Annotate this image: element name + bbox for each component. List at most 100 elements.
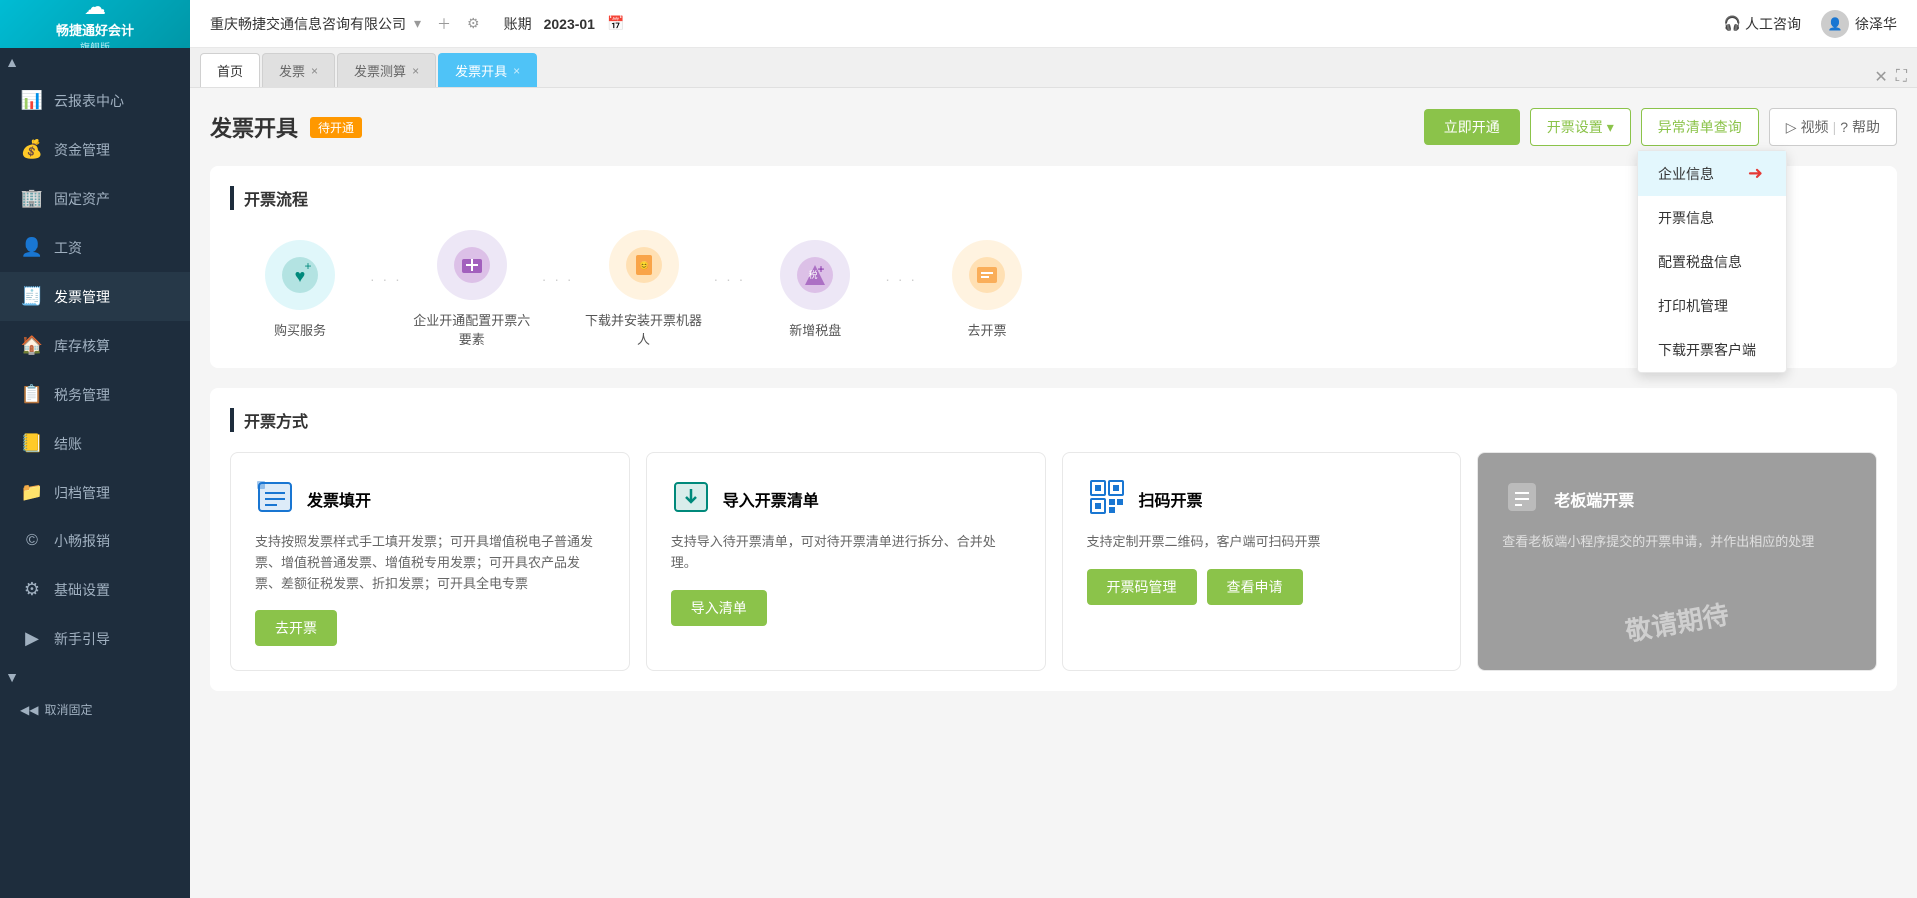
import-list-button[interactable]: 导入清单 [671,590,767,626]
sidebar-item-tax[interactable]: 📋 税务管理 [0,370,190,419]
sidebar-item-cloud-report[interactable]: 📊 云报表中心 [0,76,190,125]
user-name: 徐泽华 [1855,14,1897,34]
method-card-import: 导入开票清单 支持导入待开票清单，可对待开票清单进行拆分、合并处理。 导入清单 [646,452,1046,671]
flow-section-title: 开票流程 [230,186,1877,210]
go-invoice-button[interactable]: 去开票 [255,610,337,646]
page-title-area: 发票开具 待开通 [210,111,362,143]
tab-home[interactable]: 首页 [200,53,260,87]
tab-invoice-close[interactable]: × [311,64,318,78]
svg-text:税: 税 [809,269,818,280]
method-desc-1: 支持按照发票样式手工填开发票；可开具增值税电子普通发票、增值税普通发票、增值税专… [255,532,605,594]
sidebar-item-archive[interactable]: 📁 归档管理 [0,468,190,517]
qr-manage-button[interactable]: 开票码管理 [1087,569,1197,605]
sidebar-item-settlement[interactable]: 📒 结账 [0,419,190,468]
flow-steps: ♥ + 购买服务 · · · [230,230,1877,348]
window-close-btn[interactable]: ✕ [1874,67,1887,87]
help-label: 帮助 [1852,117,1880,137]
sidebar-item-invoice[interactable]: 🧾 发票管理 [0,272,190,321]
expense-icon: © [20,532,44,550]
add-company-btn[interactable]: ＋ [437,14,451,34]
method-title-1: 发票填开 [307,487,371,511]
settings-dropdown-arrow: ▾ [1607,119,1614,136]
flow-label-2: 企业开通配置开票六要素 [412,310,532,348]
period-value: 2023-01 [544,16,595,32]
settings-dropdown-menu: 企业信息 ➜ 开票信息 配置税盘信息 打印机管理 下 [1637,150,1787,373]
method-header-3: 扫码开票 [1087,477,1437,520]
question-icon: ? [1840,119,1848,135]
logo-icon: ☁ [56,0,134,20]
settlement-icon: 📒 [20,433,44,454]
dropdown-item-tax-disk[interactable]: 配置税盘信息 [1638,240,1786,284]
tab-invoice-calc-close[interactable]: × [412,64,419,78]
method-icon-4 [1502,477,1542,520]
sidebar-item-inventory[interactable]: 🏠 库存核算 [0,321,190,370]
flow-icon-4: + 税 [780,240,850,310]
flow-icon-1: ♥ + [265,240,335,310]
flow-label-1: 购买服务 [274,320,326,339]
sidebar-item-settings[interactable]: ⚙ 基础设置 [0,565,190,614]
archive-icon: 📁 [20,482,44,503]
red-arrow-icon: ➜ [1748,163,1763,183]
sidebar-item-label: 新手引导 [54,629,110,649]
settings-button[interactable]: 开票设置 ▾ [1530,108,1631,146]
tab-invoice[interactable]: 发票 × [262,53,335,87]
flow-connector-4: · · · [885,271,917,307]
view-apply-button[interactable]: 查看申请 [1207,569,1303,605]
sidebar-item-guide[interactable]: ▶ 新手引导 [0,614,190,663]
sidebar-item-expense[interactable]: © 小畅报销 [0,517,190,565]
method-header-1: 发票填开 [255,477,605,520]
sidebar-item-label: 云报表中心 [54,91,124,111]
dropdown-item-company[interactable]: 企业信息 ➜ [1638,151,1786,196]
dropdown-item-printer[interactable]: 打印机管理 [1638,284,1786,328]
flow-step-2: 企业开通配置开票六要素 [402,230,542,348]
tab-invoice-issue-label: 发票开具 [455,61,507,80]
flow-icon-2 [437,230,507,300]
cloud-report-icon: 📊 [20,90,44,111]
sidebar-scroll-down[interactable]: ▼ [0,663,24,691]
logo-area: ☁ 畅捷通好会计 旗舰版 [0,0,190,48]
page-actions: 立即开通 开票设置 ▾ 异常清单查询 ▷ 视频 | ? 帮助 [1424,108,1897,146]
sidebar-scroll-up[interactable]: ▲ [0,48,24,76]
activate-button[interactable]: 立即开通 [1424,109,1520,145]
funds-icon: 💰 [20,139,44,160]
anomaly-button[interactable]: 异常清单查询 [1641,108,1759,146]
method-title-3: 扫码开票 [1139,487,1203,511]
unpin-button[interactable]: ◀◀ 取消固定 [0,691,190,728]
coming-soon-overlay: 敬请期待 [1478,569,1876,671]
method-card-qr: 扫码开票 支持定制开票二维码，客户端可扫码开票 开票码管理 查看申请 [1062,452,1462,671]
flow-icon-5 [952,240,1022,310]
dropdown-download-label: 下载开票客户端 [1658,342,1756,358]
sidebar-item-fixed-assets[interactable]: 🏢 固定资产 [0,174,190,223]
calendar-icon[interactable]: 📅 [607,15,624,32]
fixed-assets-icon: 🏢 [20,188,44,209]
method-icon-2 [671,477,711,520]
sidebar-item-label: 固定资产 [54,189,110,209]
user-area[interactable]: 👤 徐泽华 [1821,10,1897,38]
sidebar-item-label: 归档管理 [54,483,110,503]
sidebar-item-salary[interactable]: 👤 工资 [0,223,190,272]
tab-invoice-label: 发票 [279,61,305,80]
dropdown-item-invoice-info[interactable]: 开票信息 [1638,196,1786,240]
sidebar-item-funds[interactable]: 💰 资金管理 [0,125,190,174]
service-button[interactable]: 🎧 人工咨询 [1724,14,1801,34]
flow-connector-2: · · · [542,271,574,307]
tab-invoice-calc[interactable]: 发票测算 × [337,53,436,87]
video-button[interactable]: ▷ 视频 | ? 帮助 [1769,108,1897,146]
flow-step-1: ♥ + 购买服务 [230,240,370,339]
logo-text: 畅捷通好会计 [56,20,134,39]
sidebar-item-label: 资金管理 [54,140,110,160]
settings-icon[interactable]: ⚙ [467,15,480,32]
method-desc-3: 支持定制开票二维码，客户端可扫码开票 [1087,532,1437,553]
play-icon: ▷ [1786,119,1797,136]
method-desc-4: 查看老板端小程序提交的开票申请，并作出相应的处理 [1502,532,1852,553]
window-maximize-btn[interactable]: ⛶ [1896,68,1907,86]
tab-invoice-issue-close[interactable]: × [513,64,520,78]
video-label: 视频 [1801,117,1829,137]
flow-icon-3: 😊 [609,230,679,300]
company-dropdown-arrow[interactable]: ▾ [414,15,421,32]
tab-invoice-issue[interactable]: 发票开具 × [438,53,537,87]
flow-label-4: 新增税盘 [789,320,841,339]
dropdown-item-download[interactable]: 下载开票客户端 [1638,328,1786,372]
method-header-4: 老板端开票 [1502,477,1852,520]
dropdown-company-label: 企业信息 [1658,166,1714,182]
